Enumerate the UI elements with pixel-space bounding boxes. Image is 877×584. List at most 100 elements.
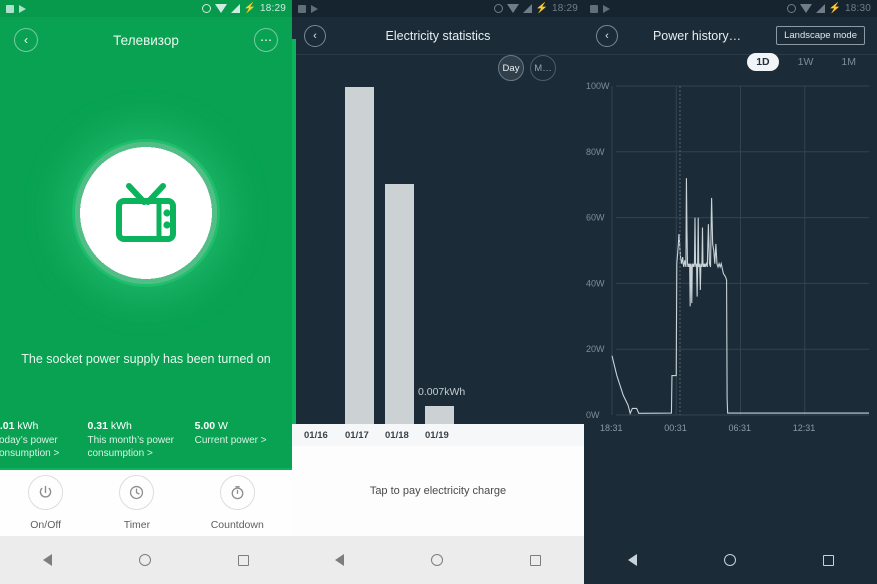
- x-axis-label: 12:31: [793, 423, 816, 433]
- status-bar-device: ⚡ 18:29: [0, 0, 292, 17]
- nav-back-icon[interactable]: [335, 554, 345, 566]
- status-bar-history: ⚡ 18:30: [584, 0, 877, 17]
- x-axis-label: 06:31: [729, 423, 752, 433]
- page-title: Телевизор: [113, 32, 179, 48]
- history-appbar: ‹ Power history… Landscape mode: [584, 17, 877, 55]
- nav-recents-icon[interactable]: [822, 554, 834, 566]
- stat-today-label: Today’s power consumption >: [0, 435, 60, 459]
- device-panel: ⚡ 18:29 ‹ Телевизор ⋯ The socket power s…: [0, 0, 292, 584]
- back-button[interactable]: ‹: [14, 28, 38, 52]
- range-month-button[interactable]: M…: [530, 55, 556, 81]
- action-onoff-label: On/Off: [30, 519, 62, 531]
- nav-home-icon[interactable]: [723, 554, 736, 566]
- xtick-0116: 01/16: [304, 429, 328, 441]
- action-onoff[interactable]: On/Off: [28, 475, 64, 531]
- wifi-icon: [214, 4, 227, 13]
- signal-icon: [230, 4, 240, 13]
- y-axis-label: 100W: [586, 81, 610, 91]
- back-button[interactable]: ‹: [596, 24, 618, 47]
- y-axis-label: 20W: [586, 344, 605, 354]
- back-button[interactable]: ‹: [304, 24, 326, 47]
- y-axis-label: 80W: [586, 147, 605, 157]
- stat-month[interactable]: 0.31 kWh This month’s power consumption …: [87, 420, 194, 460]
- bar-value-label: 0.007kWh: [418, 386, 466, 398]
- statistics-panel: ⚡ 18:29 ‹ Electricity statistics Day M… …: [292, 0, 584, 584]
- tv-icon: [111, 182, 181, 244]
- action-countdown-label: Countdown: [210, 519, 264, 531]
- android-navbar-statistics: [292, 536, 584, 584]
- y-axis-label: 0W: [586, 410, 600, 420]
- stopwatch-icon: [219, 475, 255, 510]
- stat-today[interactable]: 0.01 kWh Today’s power consumption >: [0, 420, 87, 460]
- stat-current-label: Current power >: [194, 435, 267, 446]
- status-bar-clock: 18:29: [551, 3, 578, 14]
- power-history-chart[interactable]: 0W 20W 40W 60W 80W 100W 18:31 00:31 06:31 12:31: [584, 80, 877, 510]
- device-status-ring: [72, 139, 220, 287]
- range-selector: Day M…: [498, 55, 556, 81]
- x-axis-label: 00:31: [664, 423, 687, 433]
- statistics-appbar: ‹ Electricity statistics: [292, 17, 584, 55]
- android-navbar-history: [584, 536, 877, 584]
- alarm-icon: [493, 4, 503, 13]
- play-icon: [19, 4, 26, 13]
- android-navbar-device: [0, 536, 292, 584]
- stat-current-value: 5.00: [194, 420, 216, 432]
- stat-today-value: 0.01: [0, 420, 15, 432]
- pay-electricity-text: Tap to pay electricity charge: [369, 485, 507, 497]
- stat-today-unit: kWh: [17, 420, 39, 432]
- range-day-button[interactable]: Day: [498, 55, 524, 81]
- more-options-button[interactable]: ⋯: [254, 28, 278, 52]
- status-bar-clock: 18:30: [844, 3, 871, 14]
- play-icon: [311, 4, 318, 13]
- tab-1w[interactable]: 1W: [789, 53, 823, 71]
- three-panel-screenshot: ⚡ 18:29 ‹ Телевизор ⋯ The socket power s…: [0, 0, 877, 584]
- history-panel: ⚡ 18:30 ‹ Power history… Landscape mode …: [584, 0, 877, 584]
- bolt-icon: ⚡: [535, 3, 548, 14]
- pay-electricity-area[interactable]: Tap to pay electricity charge: [292, 446, 584, 536]
- device-hero: [0, 63, 292, 363]
- alarm-icon: [201, 4, 211, 13]
- bar-chart-x-axis: 01/16 01/17 01/18 01/19: [292, 424, 584, 446]
- bar-0118[interactable]: [385, 184, 414, 428]
- history-range-tabs: 1D 1W 1M: [747, 53, 865, 71]
- bolt-icon: ⚡: [828, 3, 841, 14]
- y-axis-label: 60W: [586, 213, 605, 223]
- stat-current[interactable]: 5.00 W Current power >: [195, 420, 292, 460]
- page-title: Power history…: [652, 28, 742, 43]
- nav-home-icon[interactable]: [430, 554, 443, 566]
- cast-icon: [298, 4, 306, 13]
- nav-back-icon[interactable]: [43, 554, 53, 566]
- signal-icon: [815, 4, 825, 13]
- stat-month-label: This month’s power consumption >: [87, 435, 175, 459]
- device-status-message: The socket power supply has been turned …: [21, 352, 271, 366]
- y-axis-label: 40W: [586, 278, 605, 288]
- cast-icon: [6, 4, 14, 13]
- stat-current-unit: W: [217, 420, 228, 432]
- landscape-mode-button[interactable]: Landscape mode: [776, 26, 865, 45]
- tab-1d[interactable]: 1D: [747, 53, 779, 71]
- bar-0117[interactable]: [345, 87, 374, 428]
- xtick-0119: 01/19: [425, 429, 449, 441]
- nav-home-icon[interactable]: [138, 554, 151, 566]
- action-timer[interactable]: Timer: [119, 475, 155, 531]
- xtick-0118: 01/18: [385, 429, 409, 441]
- cast-icon: [590, 4, 598, 13]
- status-bar-clock: 18:29: [259, 3, 286, 14]
- tab-1m[interactable]: 1M: [832, 53, 865, 71]
- nav-back-icon[interactable]: [627, 554, 637, 566]
- action-countdown[interactable]: Countdown: [211, 475, 264, 531]
- stat-month-value: 0.31: [87, 420, 108, 432]
- xtick-0117: 01/17: [345, 429, 369, 441]
- nav-recents-icon[interactable]: [237, 554, 249, 566]
- device-actions: On/Off Timer Countdown: [0, 468, 292, 536]
- stat-month-unit: kWh: [110, 420, 132, 432]
- electricity-bar-chart[interactable]: 0.007kWh: [292, 80, 584, 428]
- signal-icon: [522, 4, 532, 13]
- power-stats: 0.01 kWh Today’s power consumption > 0.3…: [0, 420, 292, 460]
- action-timer-label: Timer: [123, 519, 151, 531]
- page-title: Electricity statistics: [385, 28, 491, 43]
- nav-recents-icon[interactable]: [529, 554, 541, 566]
- status-bar-statistics: ⚡ 18:29: [292, 0, 584, 17]
- alarm-icon: [786, 4, 796, 13]
- play-icon: [603, 4, 610, 13]
